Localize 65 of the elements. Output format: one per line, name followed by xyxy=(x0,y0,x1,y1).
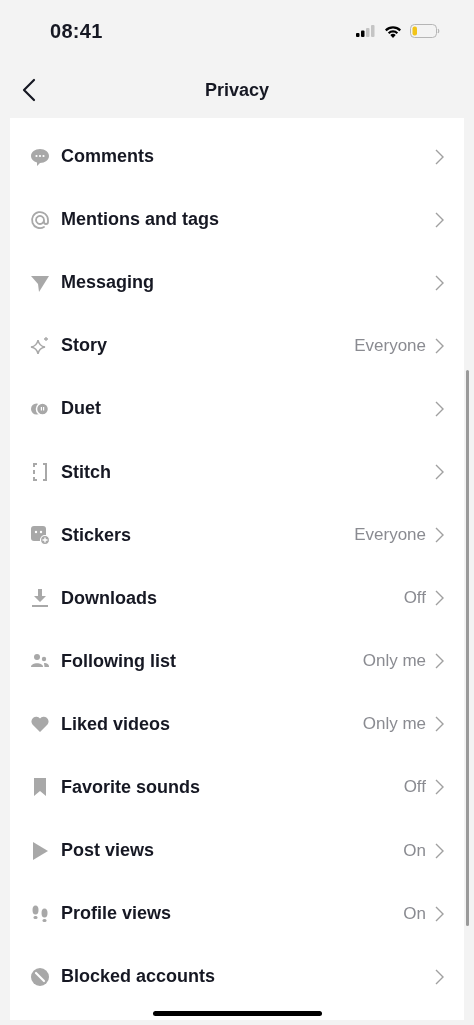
settings-row[interactable]: Following list Only me xyxy=(10,629,464,693)
battery-icon xyxy=(410,24,440,38)
row-label: Favorite sounds xyxy=(61,777,202,798)
chevron-right-icon xyxy=(435,653,444,670)
row-label: Post views xyxy=(61,840,156,862)
row-label: Stitch xyxy=(61,461,112,483)
chevron-right-icon xyxy=(435,905,444,922)
row-label: Stickers xyxy=(61,524,133,546)
settings-row[interactable]: Stickers Everyone xyxy=(10,503,464,567)
row-value: Off xyxy=(403,588,426,609)
row-label: Blocked accounts xyxy=(61,966,217,988)
chevron-right-icon xyxy=(435,148,444,165)
chevron-right-icon xyxy=(435,590,444,607)
chevron-right-icon xyxy=(435,716,444,733)
settings-row[interactable]: Post views On xyxy=(10,819,464,883)
chevron-right-icon xyxy=(435,968,444,985)
row-value: Only me xyxy=(362,714,426,735)
row-value: Only me xyxy=(362,651,426,672)
play-icon xyxy=(30,840,50,861)
row-label: Liked videos xyxy=(61,713,172,735)
settings-row[interactable]: Story Everyone xyxy=(10,314,464,378)
at-sign-icon xyxy=(30,209,50,230)
dashed-bracket-icon xyxy=(30,462,50,482)
chevron-right-icon xyxy=(435,779,444,796)
row-value: Everyone xyxy=(354,525,426,546)
row-label: Profile views xyxy=(61,903,173,925)
sparkle-icon xyxy=(30,335,50,356)
row-label: Downloads xyxy=(61,587,158,609)
chevron-right-icon xyxy=(435,464,444,480)
chevron-right-icon xyxy=(435,211,444,228)
chevron-right-icon xyxy=(435,337,444,354)
chevron-right-icon xyxy=(435,527,444,544)
settings-row[interactable]: Mentions and tags xyxy=(10,188,464,252)
status-time: 08:41 xyxy=(50,19,103,43)
chevron-right-icon xyxy=(435,400,444,417)
settings-row[interactable]: Profile views On xyxy=(10,882,464,946)
row-label: Comments xyxy=(61,146,155,168)
settings-row[interactable]: Downloads Off xyxy=(10,566,464,630)
chevron-right-icon xyxy=(435,842,444,859)
settings-row[interactable]: Liked videos Only me xyxy=(10,692,464,756)
row-label: Following list xyxy=(61,650,177,672)
row-value: Everyone xyxy=(354,335,426,356)
chevron-right-icon xyxy=(435,274,444,291)
row-label: Messaging xyxy=(61,272,156,294)
row-label: Duet xyxy=(61,398,102,420)
row-label: Story xyxy=(61,335,108,357)
footprints-icon xyxy=(30,903,50,924)
signal-icon xyxy=(356,25,376,37)
settings-row[interactable]: Comments xyxy=(10,125,464,189)
settings-row[interactable]: Duet xyxy=(10,377,464,441)
wifi-icon xyxy=(384,24,402,38)
settings-row[interactable]: Messaging xyxy=(10,251,464,315)
sticker-icon xyxy=(30,525,50,546)
block-icon xyxy=(30,966,50,987)
row-value: On xyxy=(403,840,426,861)
download-icon xyxy=(30,588,50,609)
settings-row[interactable]: Favorite sounds Off xyxy=(10,755,464,820)
row-value: Off xyxy=(403,777,426,798)
row-value: On xyxy=(403,903,426,924)
heart-icon xyxy=(30,714,50,735)
row-label: Mentions and tags xyxy=(61,209,220,231)
page-title: Privacy xyxy=(204,79,270,101)
speech-bubble-icon xyxy=(30,146,50,167)
settings-row[interactable]: Blocked accounts xyxy=(10,945,464,1009)
settings-row[interactable]: Stitch xyxy=(10,440,464,504)
